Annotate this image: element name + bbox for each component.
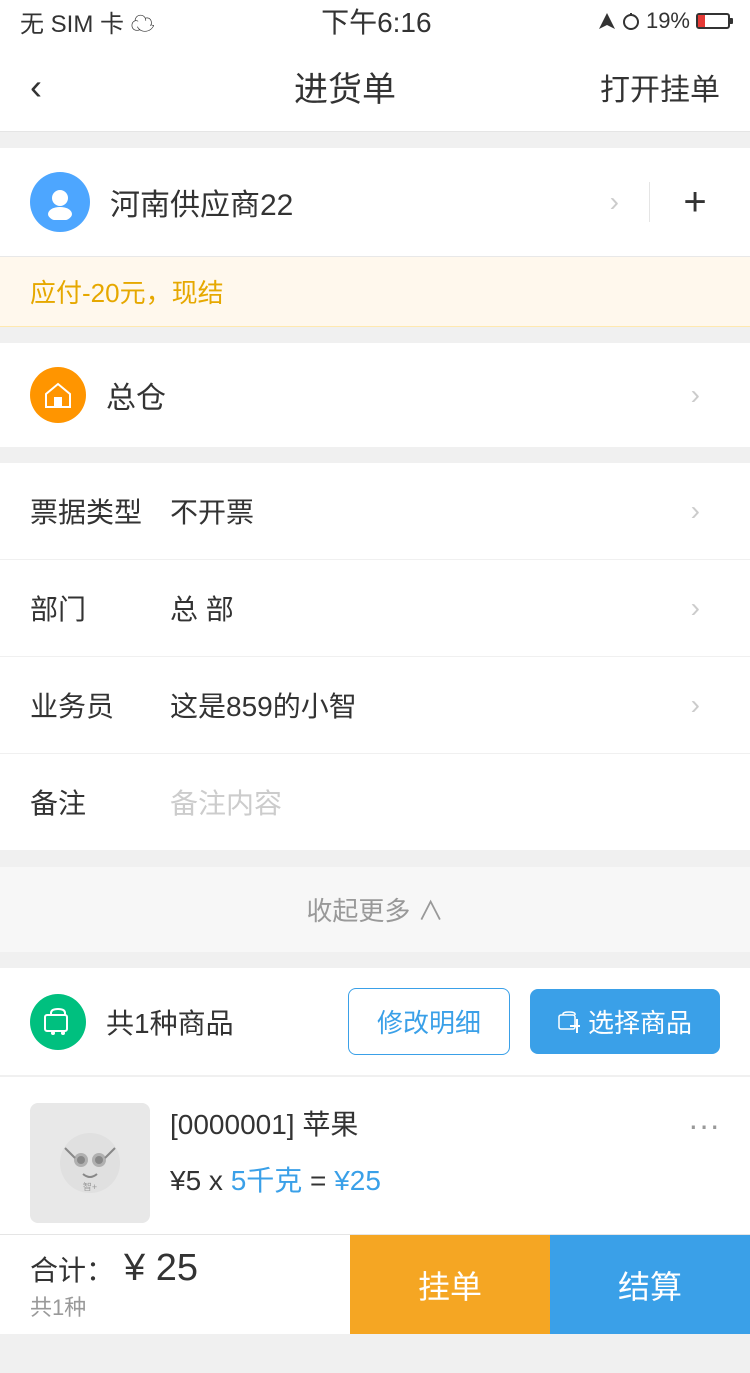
settle-button[interactable]: 结算 <box>550 1235 750 1334</box>
hang-button[interactable]: 挂单 <box>350 1235 550 1334</box>
dept-value: 总 部 <box>160 588 691 628</box>
remark-row[interactable]: 备注 备注内容 <box>0 754 750 851</box>
status-time: 下午6:16 <box>321 1 432 41</box>
form-card: 票据类型 不开票 › 部门 总 部 › 业务员 这是859的小智 › 备注 备注… <box>0 463 750 851</box>
status-bar: 无 SIM 卡 ☁ 下午6:16 19% <box>0 0 750 42</box>
svg-text:智+: 智+ <box>83 1181 97 1192</box>
alert-banner: 应付-20元，现结 <box>0 257 750 327</box>
back-button[interactable]: ‹ <box>30 66 90 108</box>
status-right: 19% <box>598 8 730 34</box>
warehouse-icon <box>30 367 86 423</box>
dept-chevron-icon: › <box>691 592 700 624</box>
total-label: 合计： <box>30 1249 114 1289</box>
footer: 合计： ¥ 25 共1种 挂单 结算 <box>0 1234 750 1334</box>
nav-bar: ‹ 进货单 打开挂单 <box>0 42 750 132</box>
warehouse-chevron-icon: › <box>691 379 700 411</box>
ticket-type-chevron-icon: › <box>691 495 700 527</box>
sales-value: 这是859的小智 <box>160 685 691 725</box>
section-divider <box>0 1075 750 1077</box>
ticket-type-value: 不开票 <box>160 491 691 531</box>
sales-label: 业务员 <box>30 685 160 725</box>
product-thumbnail: 智+ <box>30 1103 150 1223</box>
product-name: [0000001] 苹果 <box>170 1103 668 1143</box>
avatar-icon <box>42 184 78 220</box>
supplier-divider <box>649 182 650 222</box>
battery-icon <box>696 13 730 29</box>
main-content: 河南供应商22 › + 应付-20元，现结 总仓 › 票据类型 不开票 › <box>0 148 750 1373</box>
supplier-avatar <box>30 172 90 232</box>
price-total: ¥25 <box>334 1165 381 1196</box>
collapse-label: 收起更多 ∧ <box>306 891 443 928</box>
product-info: [0000001] 苹果 ¥5 x 5千克 = ¥25 <box>170 1103 668 1223</box>
products-header: 共1种商品 修改明细 选择商品 <box>0 968 750 1075</box>
products-card: 共1种商品 修改明细 选择商品 <box>0 968 750 1247</box>
product-more-button[interactable]: ··· <box>688 1103 720 1223</box>
select-product-label: 选择商品 <box>588 1003 692 1040</box>
supplier-card: 河南供应商22 › + 应付-20元，现结 <box>0 148 750 327</box>
supplier-row[interactable]: 河南供应商22 › + <box>0 148 750 257</box>
total-amount: ¥ 25 <box>124 1247 198 1290</box>
dept-row[interactable]: 部门 总 部 › <box>0 560 750 657</box>
ticket-type-row[interactable]: 票据类型 不开票 › <box>0 463 750 560</box>
select-product-icon <box>558 1011 580 1033</box>
remark-input[interactable]: 备注内容 <box>160 782 720 822</box>
open-hang-button[interactable]: 打开挂单 <box>600 65 720 109</box>
warehouse-card: 总仓 › <box>0 343 750 447</box>
cart-icon <box>43 1007 73 1037</box>
footer-total-line: 合计： ¥ 25 <box>30 1247 320 1290</box>
products-count: 共1种商品 <box>106 1002 328 1042</box>
warehouse-row[interactable]: 总仓 › <box>0 343 750 447</box>
edit-detail-button[interactable]: 修改明细 <box>348 988 510 1055</box>
battery-label: 19% <box>646 8 690 34</box>
price-base: ¥5 x <box>170 1165 231 1196</box>
product-thumb-icon: 智+ <box>55 1128 125 1198</box>
products-icon <box>30 994 86 1050</box>
collapse-row[interactable]: 收起更多 ∧ <box>0 867 750 952</box>
warehouse-name: 总仓 <box>106 373 691 417</box>
location-icon <box>598 12 616 30</box>
sales-row[interactable]: 业务员 这是859的小智 › <box>0 657 750 754</box>
ticket-type-label: 票据类型 <box>30 491 160 531</box>
supplier-chevron-icon: › <box>610 186 619 218</box>
sim-label: 无 SIM 卡 ☁ <box>20 4 155 39</box>
price-equals: = <box>302 1165 334 1196</box>
footer-total: 合计： ¥ 25 共1种 <box>0 1235 350 1334</box>
add-supplier-button[interactable]: + <box>670 180 720 225</box>
sales-chevron-icon: › <box>691 689 700 721</box>
dept-label: 部门 <box>30 588 160 628</box>
status-left: 无 SIM 卡 ☁ <box>20 4 155 39</box>
select-product-button[interactable]: 选择商品 <box>530 989 720 1054</box>
page-title: 进货单 <box>90 62 600 111</box>
price-quantity: 5千克 <box>231 1165 303 1196</box>
footer-total-count: 共1种 <box>30 1290 320 1322</box>
supplier-name: 河南供应商22 <box>110 180 610 224</box>
product-item: 智+ [0000001] 苹果 ¥5 x 5千克 = ¥25 ··· <box>0 1079 750 1247</box>
alarm-icon <box>622 12 640 30</box>
home-icon <box>44 381 72 409</box>
product-price: ¥5 x 5千克 = ¥25 <box>170 1159 668 1199</box>
remark-label: 备注 <box>30 782 160 822</box>
